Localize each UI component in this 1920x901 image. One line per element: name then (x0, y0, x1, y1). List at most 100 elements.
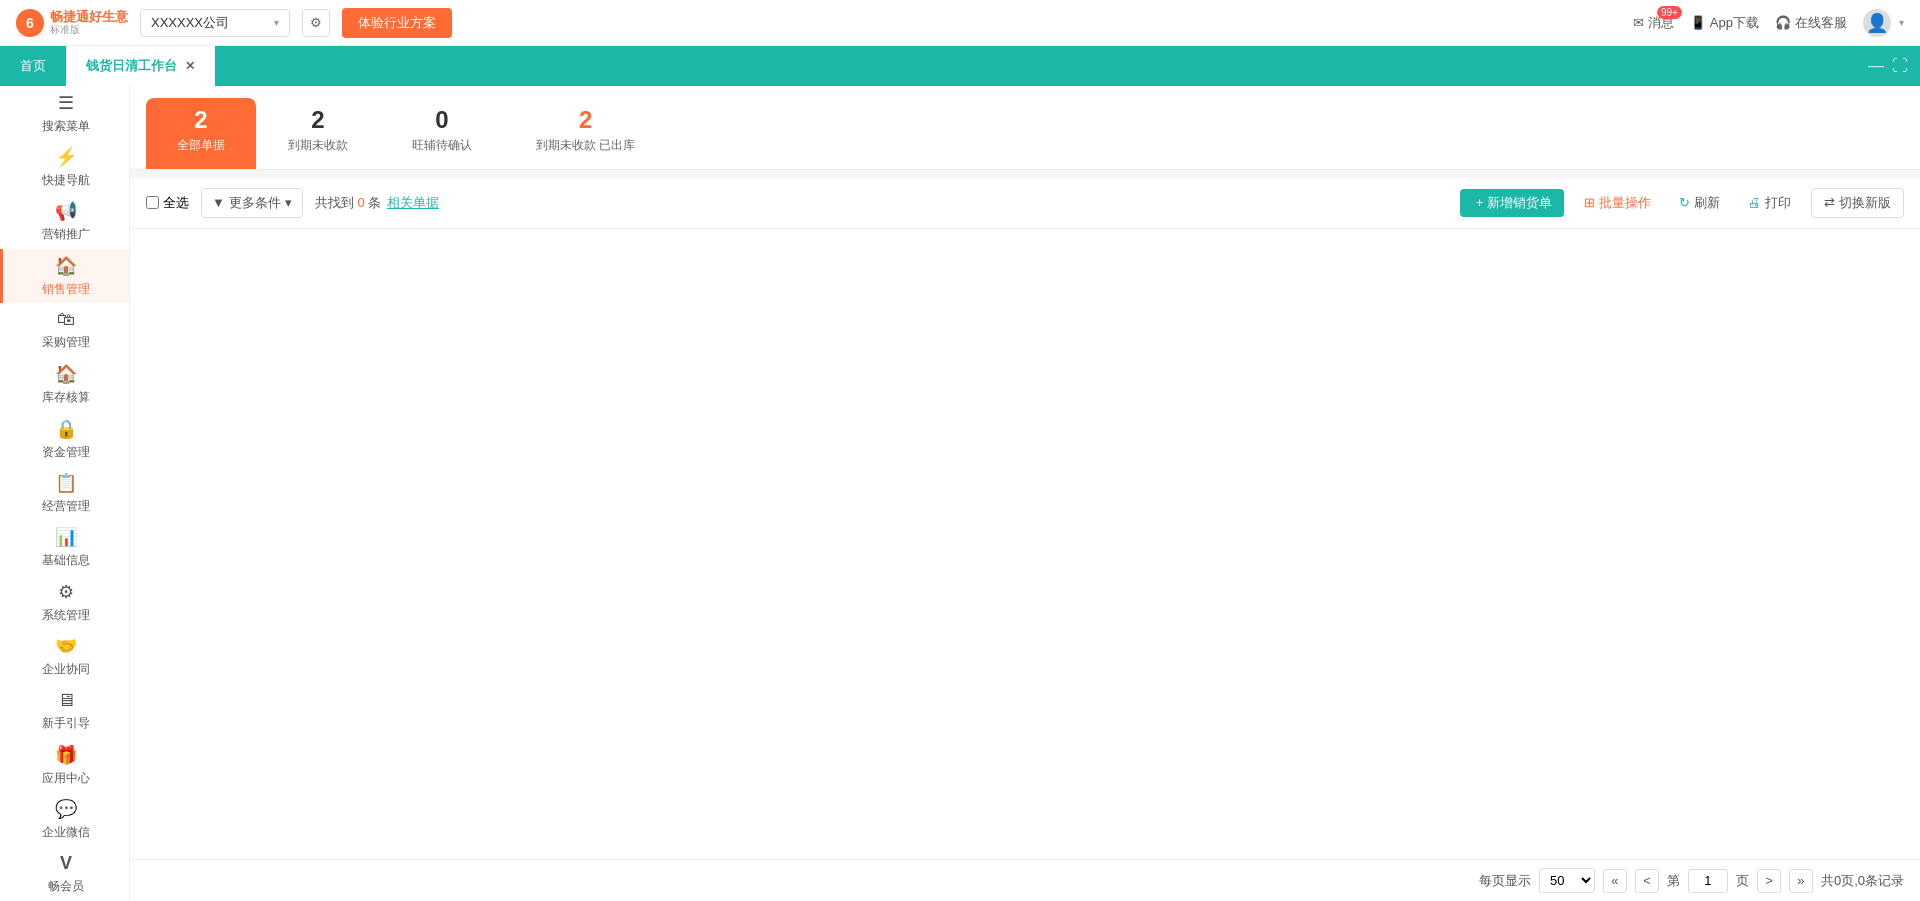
online-service-action[interactable]: 🎧 在线客服 (1775, 14, 1847, 32)
message-icon: ✉ (1633, 15, 1644, 30)
beginner-icon: 🖥 (57, 690, 75, 711)
sidebar-item-label-14: 畅会员 (48, 878, 84, 895)
select-all-input[interactable] (146, 196, 159, 209)
switch-version-button[interactable]: ⇄ 切换新版 (1811, 188, 1904, 218)
search-menu-icon: ☰ (58, 92, 74, 114)
tab-home[interactable]: 首页 (0, 46, 66, 86)
sidebar-item-sales[interactable]: 🏠 销售管理 (0, 249, 129, 303)
page-label: 第 (1667, 872, 1680, 890)
new-sale-order-button[interactable]: + 新增销货单 (1460, 189, 1564, 217)
sidebar-item-label-10: 企业协同 (42, 661, 90, 678)
pagination-bar: 每页显示 50 10 20 100 « < 第 页 > » 共0页,0条记录 (130, 859, 1920, 901)
service-icon: 🎧 (1775, 15, 1791, 30)
last-page-icon: » (1797, 873, 1804, 888)
select-all-checkbox[interactable]: 全选 (146, 194, 189, 212)
tab-work-station[interactable]: 钱货日清工作台 ✕ (66, 46, 215, 86)
table-area (130, 229, 1920, 859)
batch-label: 批量操作 (1599, 194, 1651, 212)
stat-count-overdue: 2 (311, 106, 324, 135)
last-page-button[interactable]: » (1789, 869, 1813, 893)
stat-label-all: 全部单据 (177, 137, 225, 154)
experience-button[interactable]: 体验行业方案 (342, 8, 452, 38)
member-icon: V (60, 853, 72, 874)
sidebar-item-finance[interactable]: 🔒 资金管理 (0, 412, 129, 466)
sidebar-item-label-11: 新手引导 (42, 715, 90, 732)
page-input[interactable] (1688, 869, 1728, 893)
enterprise-collab-icon: 🤝 (55, 635, 77, 657)
sidebar-item-app-center[interactable]: 🎁 应用中心 (0, 738, 129, 792)
sidebar-item-system[interactable]: ⚙ 系统管理 (0, 575, 129, 629)
logo-sub: 标准版 (50, 24, 128, 36)
sidebar-item-marketing[interactable]: 📢 营销推广 (0, 195, 129, 249)
sidebar-item-inventory[interactable]: 🏠 库存核算 (0, 358, 129, 412)
sidebar-item-label-0: 搜索菜单 (42, 118, 90, 135)
found-link[interactable]: 相关单据 (387, 195, 439, 210)
tab-bar-actions: — ⛶ (1868, 57, 1920, 75)
prev-page-button[interactable]: < (1635, 869, 1659, 893)
stat-tab-all[interactable]: 2 全部单据 (146, 98, 256, 169)
main-layout: ☰ 搜索菜单 ⚡ 快捷导航 📢 营销推广 🏠 销售管理 🛍 采购管理 🏠 库存核… (0, 86, 1920, 901)
refresh-button[interactable]: ↻ 刷新 (1671, 189, 1728, 217)
page-size-label: 每页显示 (1479, 872, 1531, 890)
print-button[interactable]: 🖨 打印 (1740, 189, 1799, 217)
gear-icon: ⚙ (310, 15, 322, 30)
select-all-label: 全选 (163, 194, 189, 212)
batch-operation-button[interactable]: ⊞ 批量操作 (1576, 189, 1659, 217)
marketing-icon: 📢 (55, 200, 77, 222)
sidebar-item-operations[interactable]: 📋 经营管理 (0, 466, 129, 520)
filter-icon: ▼ (212, 195, 225, 210)
sidebar-item-label-1: 快捷导航 (42, 172, 90, 189)
app-download-action[interactable]: 📱 App下载 (1690, 14, 1759, 32)
tab-close-icon[interactable]: ✕ (185, 59, 195, 73)
sidebar-item-beginner[interactable]: 🖥 新手引导 (0, 684, 129, 738)
sidebar-item-quick-nav[interactable]: ⚡ 快捷导航 (0, 140, 129, 194)
stat-label-wangpu: 旺辅待确认 (412, 137, 472, 154)
stat-tab-wangpu[interactable]: 0 旺辅待确认 (380, 98, 504, 169)
sidebar-item-basic-info[interactable]: 📊 基础信息 (0, 521, 129, 575)
finance-icon: 🔒 (55, 418, 77, 440)
sidebar-item-enterprise-wechat[interactable]: 💬 企业微信 (0, 792, 129, 846)
message-badge: 99+ (1657, 6, 1682, 19)
first-page-button[interactable]: « (1603, 869, 1627, 893)
settings-button[interactable]: ⚙ (302, 9, 330, 37)
page-size-select[interactable]: 50 10 20 100 (1539, 868, 1595, 893)
sidebar-item-label-7: 经营管理 (42, 498, 90, 515)
sidebar-item-member[interactable]: V 畅会员 (0, 847, 129, 901)
filter-label: 更多条件 (229, 194, 281, 212)
company-selector[interactable]: XXXXXX公司 ▾ (140, 9, 290, 37)
sales-icon: 🏠 (55, 255, 77, 277)
app-center-icon: 🎁 (55, 744, 77, 766)
quick-nav-icon: ⚡ (55, 146, 77, 168)
minimize-icon[interactable]: — (1868, 57, 1884, 75)
top-header: 6 畅捷通好生意 标准版 XXXXXX公司 ▾ ⚙ 体验行业方案 ✉ 消息 99… (0, 0, 1920, 46)
basic-info-icon: 📊 (55, 526, 77, 548)
found-count-text: 共找到 0 条 相关单据 (315, 194, 439, 212)
sidebar-item-label-8: 基础信息 (42, 552, 90, 569)
sidebar-item-label-9: 系统管理 (42, 607, 90, 624)
sidebar-item-label-3: 销售管理 (42, 281, 90, 298)
sidebar-item-enterprise-collab[interactable]: 🤝 企业协同 (0, 629, 129, 683)
stat-label-shipped: 到期未收款 已出库 (536, 137, 635, 154)
found-prefix: 共找到 (315, 195, 354, 210)
avatar: 👤 (1863, 9, 1891, 37)
sidebar-item-purchase[interactable]: 🛍 采购管理 (0, 303, 129, 357)
sidebar-item-label-6: 资金管理 (42, 444, 90, 461)
message-action[interactable]: ✉ 消息 99+ (1633, 14, 1674, 32)
refresh-label: 刷新 (1694, 194, 1720, 212)
filter-button[interactable]: ▼ 更多条件 ▾ (201, 188, 303, 218)
user-area[interactable]: 👤 ▾ (1863, 9, 1904, 37)
app-download-label: App下载 (1710, 14, 1759, 32)
maximize-icon[interactable]: ⛶ (1892, 57, 1908, 75)
header-left: 6 畅捷通好生意 标准版 XXXXXX公司 ▾ ⚙ 体验行业方案 (16, 8, 452, 38)
sidebar-item-label-12: 应用中心 (42, 770, 90, 787)
next-page-icon: > (1765, 873, 1773, 888)
sidebar-item-search-menu[interactable]: ☰ 搜索菜单 (0, 86, 129, 140)
company-name: XXXXXX公司 (151, 14, 229, 32)
logo-text: 畅捷通好生意 标准版 (50, 9, 128, 37)
stat-tab-overdue[interactable]: 2 到期未收款 (256, 98, 380, 169)
stat-tab-shipped[interactable]: 2 到期未收款 已出库 (504, 98, 667, 169)
sidebar: ☰ 搜索菜单 ⚡ 快捷导航 📢 营销推广 🏠 销售管理 🛍 采购管理 🏠 库存核… (0, 86, 130, 901)
sidebar-item-label-13: 企业微信 (42, 824, 90, 841)
enterprise-wechat-icon: 💬 (55, 798, 77, 820)
next-page-button[interactable]: > (1757, 869, 1781, 893)
